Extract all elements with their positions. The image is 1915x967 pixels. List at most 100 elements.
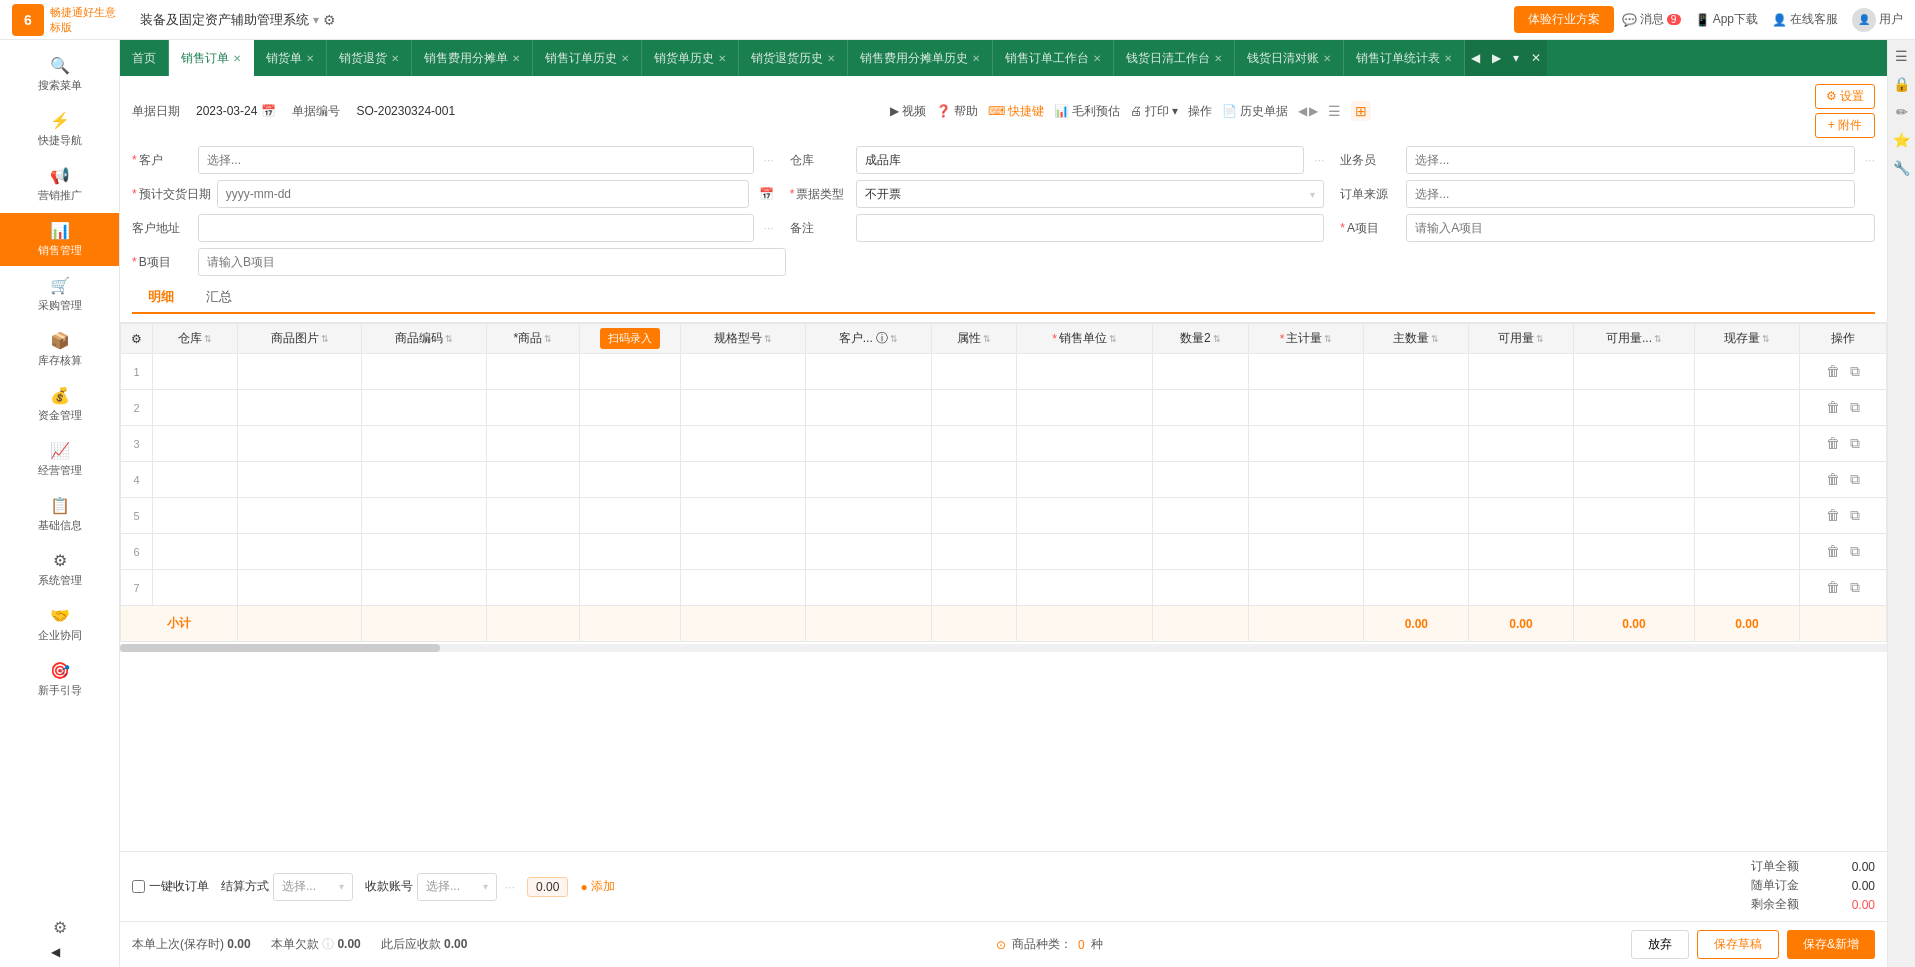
order-source-input[interactable] [1406, 180, 1855, 208]
sidebar-item-inventory[interactable]: 📦 库存核算 [0, 323, 119, 376]
customer-code-cell[interactable] [805, 354, 932, 390]
sidebar-item-purchase[interactable]: 🛒 采购管理 [0, 268, 119, 321]
online-service-button[interactable]: 👤 在线客服 [1772, 11, 1838, 28]
app-download-button[interactable]: 📱 App下载 [1695, 11, 1758, 28]
info-icon[interactable]: ⓘ [322, 937, 334, 951]
right-panel-icon-4[interactable]: ⭐ [1893, 132, 1910, 148]
copy-row-icon[interactable]: ⧉ [1847, 507, 1863, 523]
delete-row-icon[interactable]: 🗑 [1823, 543, 1843, 559]
main-unit-cell[interactable] [1248, 354, 1364, 390]
col-unit[interactable]: *销售单位⇅ [1017, 324, 1153, 354]
operate-button[interactable]: 操作 [1188, 103, 1212, 120]
tab-home[interactable]: 首页 [120, 40, 169, 76]
delete-row-icon[interactable]: 🗑 [1823, 507, 1843, 523]
right-panel-icon-3[interactable]: ✏ [1896, 104, 1908, 120]
print-dropdown-icon[interactable]: ▾ [1172, 104, 1178, 118]
tab-sales-stats[interactable]: 销售订单统计表 ✕ [1344, 40, 1465, 76]
sidebar-item-operations[interactable]: 📈 经营管理 [0, 433, 119, 486]
address-input[interactable] [198, 214, 754, 242]
col-qty2[interactable]: 数量2⇅ [1152, 324, 1248, 354]
col-main-qty[interactable]: 主数量⇅ [1364, 324, 1469, 354]
tab-order-workbench[interactable]: 销售订单工作台 ✕ [993, 40, 1114, 76]
sidebar-item-basic-info[interactable]: 📋 基础信息 [0, 488, 119, 541]
tab-close-icon[interactable]: ✕ [512, 53, 520, 64]
tab-sales-invoice[interactable]: 销货单 ✕ [254, 40, 327, 76]
tab-close-icon[interactable]: ✕ [1323, 53, 1331, 64]
col-available[interactable]: 可用量⇅ [1469, 324, 1574, 354]
col-attr[interactable]: 属性⇅ [932, 324, 1017, 354]
add-button[interactable]: ● 添加 [580, 878, 614, 895]
settings-icon[interactable]: ⚙ [323, 12, 336, 28]
name-cell[interactable] [487, 354, 580, 390]
tab-next-button[interactable]: ▶ [1486, 40, 1507, 76]
tab-fee-split-history[interactable]: 销售费用分摊单历史 ✕ [848, 40, 993, 76]
col-stock[interactable]: 现存量⇅ [1695, 324, 1800, 354]
sidebar-collapse-button[interactable]: ◀ [0, 945, 119, 959]
tab-close-icon[interactable]: ✕ [306, 53, 314, 64]
col-available2[interactable]: 可用量...⇅ [1573, 324, 1694, 354]
tab-close-icon[interactable]: ✕ [233, 53, 241, 64]
tab-close-icon[interactable]: ✕ [1444, 53, 1452, 64]
history-doc-button[interactable]: 📄 历史单据 [1222, 103, 1288, 120]
right-panel-icon-5[interactable]: 🔧 [1893, 160, 1910, 176]
tab-close-icon[interactable]: ✕ [621, 53, 629, 64]
horizontal-scrollbar[interactable] [120, 644, 1887, 652]
tab-close-icon[interactable]: ✕ [718, 53, 726, 64]
delete-row-icon[interactable]: 🗑 [1823, 579, 1843, 595]
goods-count-icon[interactable]: ⊙ [996, 938, 1006, 952]
right-panel-icon-1[interactable]: ☰ [1895, 48, 1908, 64]
sidebar-item-system[interactable]: ⚙ 系统管理 [0, 543, 119, 596]
sidebar-item-finance[interactable]: 💰 资金管理 [0, 378, 119, 431]
calendar-icon[interactable]: 📅 [261, 104, 276, 118]
copy-row-icon[interactable]: ⧉ [1847, 579, 1863, 595]
copy-row-icon[interactable]: ⧉ [1847, 543, 1863, 559]
tab-close-icon[interactable]: ✕ [1093, 53, 1101, 64]
col-spec[interactable]: 规格型号⇅ [680, 324, 805, 354]
tab-sales-order[interactable]: 销售订单 ✕ [169, 40, 254, 76]
copy-row-icon[interactable]: ⧉ [1847, 435, 1863, 451]
col-code[interactable]: 商品编码⇅ [362, 324, 487, 354]
unit-cell[interactable] [1017, 354, 1153, 390]
address-more-icon[interactable]: ··· [764, 221, 774, 235]
user-button[interactable]: 👤 用户 [1852, 8, 1903, 32]
tab-invoice-history[interactable]: 销货单历史 ✕ [642, 40, 739, 76]
copy-row-icon[interactable]: ⧉ [1847, 471, 1863, 487]
warehouse-value[interactable]: 成品库 [856, 146, 1305, 174]
col-warehouse[interactable]: 仓库⇅ [153, 324, 238, 354]
quick-order-checkbox[interactable] [132, 880, 145, 893]
customer-input[interactable] [198, 146, 754, 174]
warehouse-cell[interactable] [153, 354, 238, 390]
tab-close-all-button[interactable]: ✕ [1525, 40, 1547, 76]
save-new-button[interactable]: 保存&新增 [1787, 930, 1875, 959]
settings-bottom-icon[interactable]: ⚙ [53, 918, 67, 937]
dropdown-arrow-icon[interactable]: ▾ [313, 13, 319, 27]
view-video-button[interactable]: ▶ 视频 [890, 103, 926, 120]
delete-row-icon[interactable]: 🗑 [1823, 363, 1843, 379]
scrollbar-thumb[interactable] [120, 644, 440, 652]
help-button[interactable]: ❓ 帮助 [936, 103, 978, 120]
calendar2-icon[interactable]: 📅 [759, 187, 774, 201]
stock-cell[interactable] [1695, 354, 1800, 390]
remark-input[interactable] [856, 214, 1325, 242]
tab-daily-reconcile[interactable]: 钱货日清对账 ✕ [1235, 40, 1344, 76]
salesperson-input[interactable] [1406, 146, 1855, 174]
account-select[interactable]: 选择... ▾ [417, 873, 497, 901]
scan-button[interactable]: 扫码录入 [600, 328, 660, 349]
message-button[interactable]: 💬 消息 9 [1622, 11, 1681, 28]
list-view-button[interactable]: ☰ [1328, 103, 1341, 119]
col-image[interactable]: 商品图片⇅ [237, 324, 362, 354]
main-qty-cell[interactable] [1364, 354, 1469, 390]
tab-sales-order-history[interactable]: 销售订单历史 ✕ [533, 40, 642, 76]
attr-cell[interactable] [932, 354, 1017, 390]
delivery-date-input[interactable] [217, 180, 749, 208]
tab-sales-fee-split[interactable]: 销售费用分摊单 ✕ [412, 40, 533, 76]
tab-close-icon[interactable]: ✕ [1214, 53, 1222, 64]
copy-row-icon[interactable]: ⧉ [1847, 399, 1863, 415]
tab-close-icon[interactable]: ✕ [972, 53, 980, 64]
settings-button[interactable]: ⚙ 设置 [1815, 84, 1875, 109]
col-customer-code[interactable]: 客户... ⓘ⇅ [805, 324, 932, 354]
available2-cell[interactable] [1573, 354, 1694, 390]
print-button[interactable]: 🖨 打印 ▾ [1130, 103, 1178, 120]
sidebar-item-enterprise[interactable]: 🤝 企业协同 [0, 598, 119, 651]
customer-more-icon[interactable]: ··· [764, 153, 774, 167]
